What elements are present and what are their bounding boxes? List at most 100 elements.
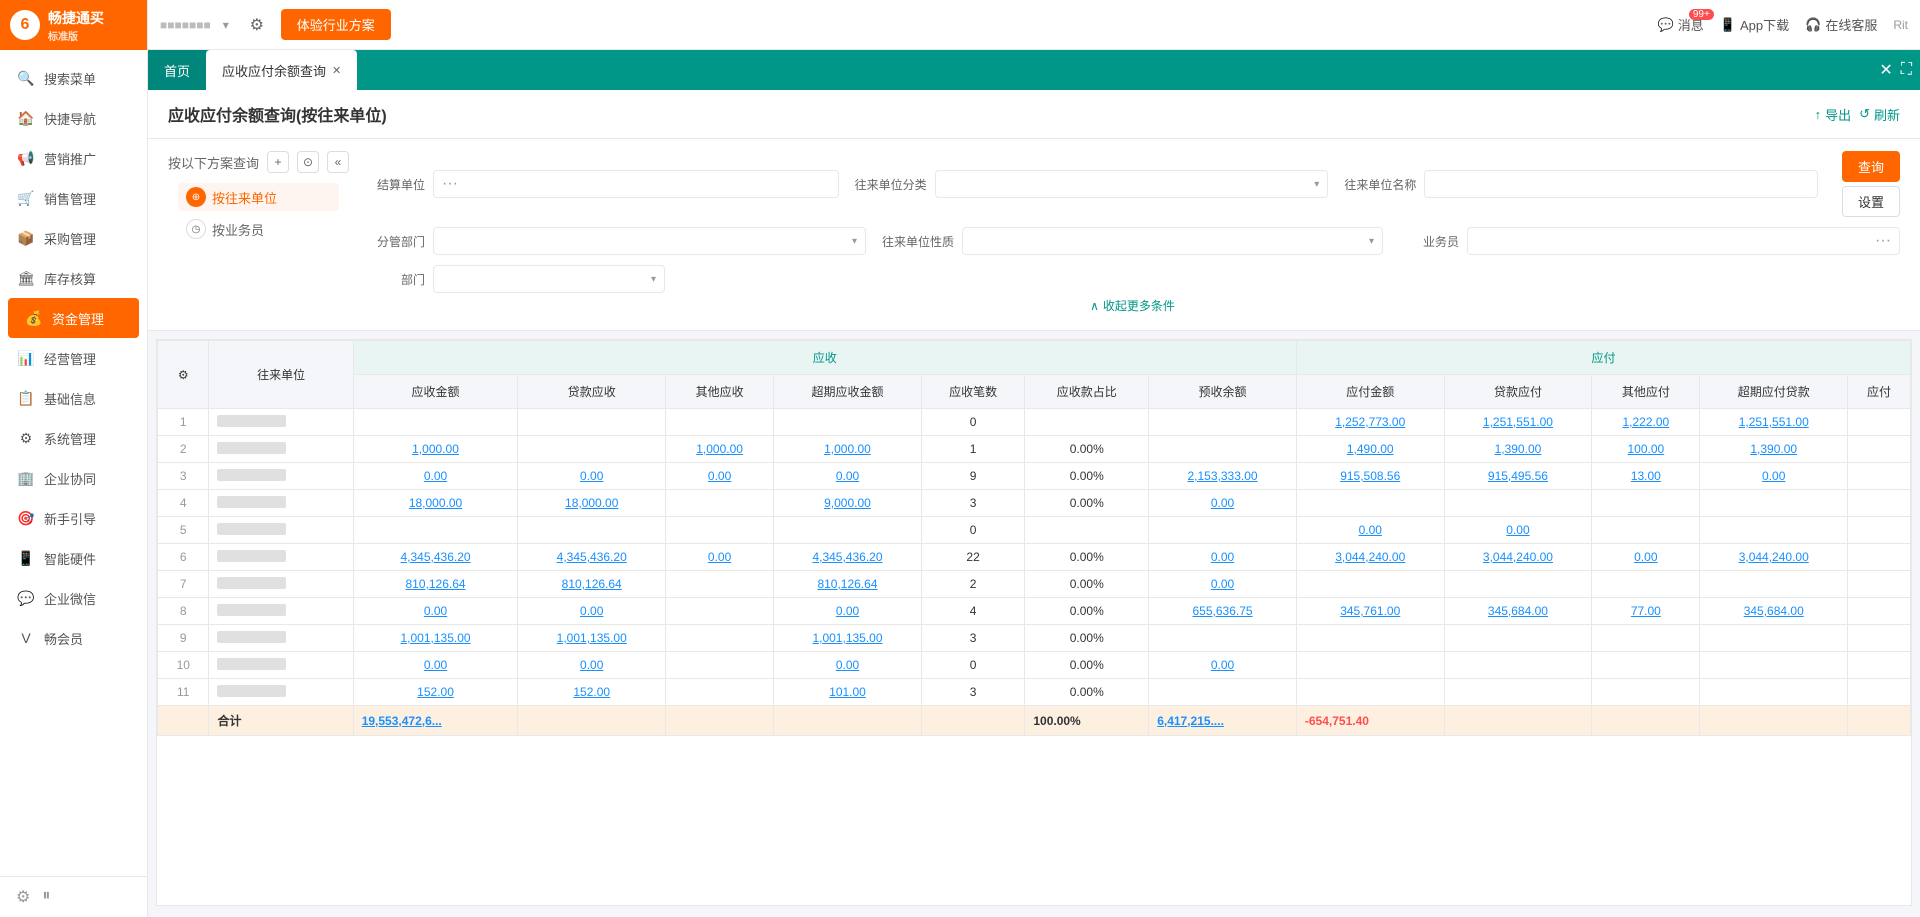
partner-cell: ████████: [209, 652, 353, 679]
setting-button[interactable]: 设置: [1842, 186, 1900, 217]
refresh-button[interactable]: ↺ 刷新: [1859, 105, 1900, 124]
table-row: 7████████810,126.64810,126.64810,126.642…: [158, 571, 1911, 598]
finance-icon: 💰: [24, 308, 44, 328]
sidebar-item-quick-nav[interactable]: 🏠 快捷导航: [0, 98, 147, 138]
export-button[interactable]: ↑ 导出: [1815, 105, 1852, 124]
method-by-salesperson[interactable]: ◷ 按业务员: [178, 215, 339, 243]
app-download-icon: 📱: [1720, 17, 1736, 33]
marketing-icon: 📢: [16, 148, 36, 168]
table-row: 4████████18,000.0018,000.009,000.0030.00…: [158, 490, 1911, 517]
footer-ar-5: [921, 706, 1025, 736]
sidebar-label-base: 基础信息: [44, 389, 96, 408]
dept-input[interactable]: ▾: [433, 265, 665, 293]
th-ar-group: 应收: [353, 341, 1296, 375]
sidebar-item-sales[interactable]: 🛒 销售管理: [0, 178, 147, 218]
row-number: 10: [158, 652, 209, 679]
th-settings[interactable]: ⚙: [158, 341, 209, 409]
field-settlement-unit: 结算单位 ···: [365, 170, 839, 198]
sidebar-item-marketing[interactable]: 📢 营销推广: [0, 138, 147, 178]
dept-manager-input[interactable]: ▾: [433, 227, 866, 255]
salesperson-input[interactable]: ···: [1467, 227, 1900, 255]
sidebar-item-purchase[interactable]: 📦 采购管理: [0, 218, 147, 258]
sidebar-logo: 6 畅捷通买 标准版: [0, 0, 147, 50]
row-number: 1: [158, 409, 209, 436]
topbar-breadcrumb: ■■■■■■■: [160, 18, 211, 32]
sidebar-item-finance[interactable]: 💰 资金管理: [8, 298, 139, 338]
header-actions: ↑ 导出 ↺ 刷新: [1815, 105, 1900, 124]
search-buttons: 查询 设置: [1842, 151, 1900, 217]
footer-row: 合计 19,553,472,6... 100.00% 6,417,215....…: [158, 706, 1911, 736]
main-content: 应收应付余额查询(按往来单位) ↑ 导出 ↺ 刷新 按以下方案查询 + ⊙ «: [148, 90, 1920, 917]
search-row-2: 分管部门 ▾ 往来单位性质 ▾: [365, 227, 1900, 255]
topbar-service[interactable]: 🎧 在线客服: [1805, 15, 1877, 34]
sidebar-label-enterprise: 企业协同: [44, 469, 96, 488]
sidebar-item-smart-hw[interactable]: 📱 智能硬件: [0, 538, 147, 578]
partner-cell: ████████: [209, 679, 353, 706]
footer-ar-4: [774, 706, 922, 736]
topbar-nav: ■■■■■■■ ▾ ⚙ 体验行业方案: [160, 9, 1658, 41]
tab-home[interactable]: 首页: [148, 50, 206, 90]
th-ap-group: 应付: [1296, 341, 1910, 375]
settlement-unit-input[interactable]: ···: [433, 170, 839, 198]
sidebar-item-enterprise[interactable]: 🏢 企业协同: [0, 458, 147, 498]
field-dept-manager: 分管部门 ▾: [365, 227, 866, 255]
method-panel: ⊕ 按往来单位 ◷ 按业务员: [168, 183, 349, 253]
sidebar: 6 畅捷通买 标准版 🔍 搜索菜单 🏠 快捷导航 📢 营销推广 🛒 销售管理 📦…: [0, 0, 148, 917]
sidebar-collapse-icon[interactable]: ⏸: [42, 887, 50, 907]
search-target-btn[interactable]: ⊙: [297, 151, 319, 173]
topbar-user[interactable]: Rit: [1893, 18, 1908, 32]
sidebar-settings-icon[interactable]: ⚙: [16, 887, 30, 907]
search-panel-header: 按以下方案查询 + ⊙ «: [168, 151, 349, 173]
sidebar-item-search-menu[interactable]: 🔍 搜索菜单: [0, 58, 147, 98]
tab-close-icon[interactable]: ✕: [332, 64, 341, 77]
sidebar-label-quick: 快捷导航: [44, 109, 96, 128]
topbar-app-download[interactable]: 📱 App下载: [1720, 15, 1789, 34]
sidebar-item-inventory[interactable]: 🏛 库存核算: [0, 258, 147, 298]
tab-close-all-icon[interactable]: ✕: [1879, 60, 1892, 80]
th-ar-overdue: 超期应收金额: [774, 375, 922, 409]
sidebar-item-wechat[interactable]: 💬 企业微信: [0, 578, 147, 618]
sidebar-item-base-info[interactable]: 📋 基础信息: [0, 378, 147, 418]
sidebar-item-beginner[interactable]: 🎯 新手引导: [0, 498, 147, 538]
method-partner-label: 按往来单位: [212, 188, 277, 207]
search-add-btn[interactable]: +: [267, 151, 289, 173]
th-ap-col: 应付: [1848, 375, 1911, 409]
solution-button[interactable]: 体验行业方案: [281, 9, 391, 40]
partner-cell: ████████: [209, 490, 353, 517]
th-ar-loan: 贷款应收: [518, 375, 666, 409]
partner-nature-label: 往来单位性质: [882, 233, 954, 250]
home-tab-label: 首页: [164, 61, 190, 80]
tab-expand-icon[interactable]: ⛶: [1901, 61, 1912, 79]
field-dept: 部门 ▾: [365, 265, 665, 293]
method-by-partner[interactable]: ⊕ 按往来单位: [178, 183, 339, 211]
sidebar-label-operations: 经营管理: [44, 349, 96, 368]
method-selector: 按以下方案查询 + ⊙ « ⊕ 按往来单位 ◷ 按业务员: [168, 151, 349, 318]
partner-nature-input[interactable]: ▾: [962, 227, 1383, 255]
wechat-icon: 💬: [16, 588, 36, 608]
partner-name-input[interactable]: [1424, 170, 1818, 198]
collapse-button[interactable]: ∧ 收起更多条件: [365, 293, 1900, 318]
table-body: 1████████01,252,773.001,251,551.001,222.…: [158, 409, 1911, 706]
member-icon: V: [16, 628, 36, 648]
partner-category-input[interactable]: ▾: [935, 170, 1329, 198]
topbar-gear-btn[interactable]: ⚙: [241, 9, 273, 41]
footer-ap-2: [1444, 706, 1592, 736]
query-button[interactable]: 查询: [1842, 151, 1900, 182]
data-table-container[interactable]: ⚙ 往来单位 应收 应付 应收金额 贷款应收 其他应收 超期应收金额 应收笔数 …: [156, 339, 1912, 906]
sidebar-item-member[interactable]: V 畅会员: [0, 618, 147, 658]
row-number: 2: [158, 436, 209, 463]
partner-cell: ████████: [209, 544, 353, 571]
th-ar-count: 应收笔数: [921, 375, 1025, 409]
sidebar-label-member: 畅会员: [44, 629, 83, 648]
sidebar-item-operations[interactable]: 📊 经营管理: [0, 338, 147, 378]
topbar-message[interactable]: 💬 消息 99+: [1658, 15, 1704, 34]
sidebar-item-system[interactable]: ⚙ 系统管理: [0, 418, 147, 458]
dept-label: 部门: [365, 271, 425, 288]
tab-ar-ap[interactable]: 应收应付余额查询 ✕: [206, 50, 357, 90]
search-collapse-btn[interactable]: «: [327, 151, 349, 173]
sidebar-label-marketing: 营销推广: [44, 149, 96, 168]
footer-ar-total: 19,553,472,6...: [353, 706, 518, 736]
partner-cell: ████████: [209, 571, 353, 598]
footer-label: 合计: [209, 706, 353, 736]
sidebar-footer: ⚙ ⏸: [0, 876, 147, 917]
